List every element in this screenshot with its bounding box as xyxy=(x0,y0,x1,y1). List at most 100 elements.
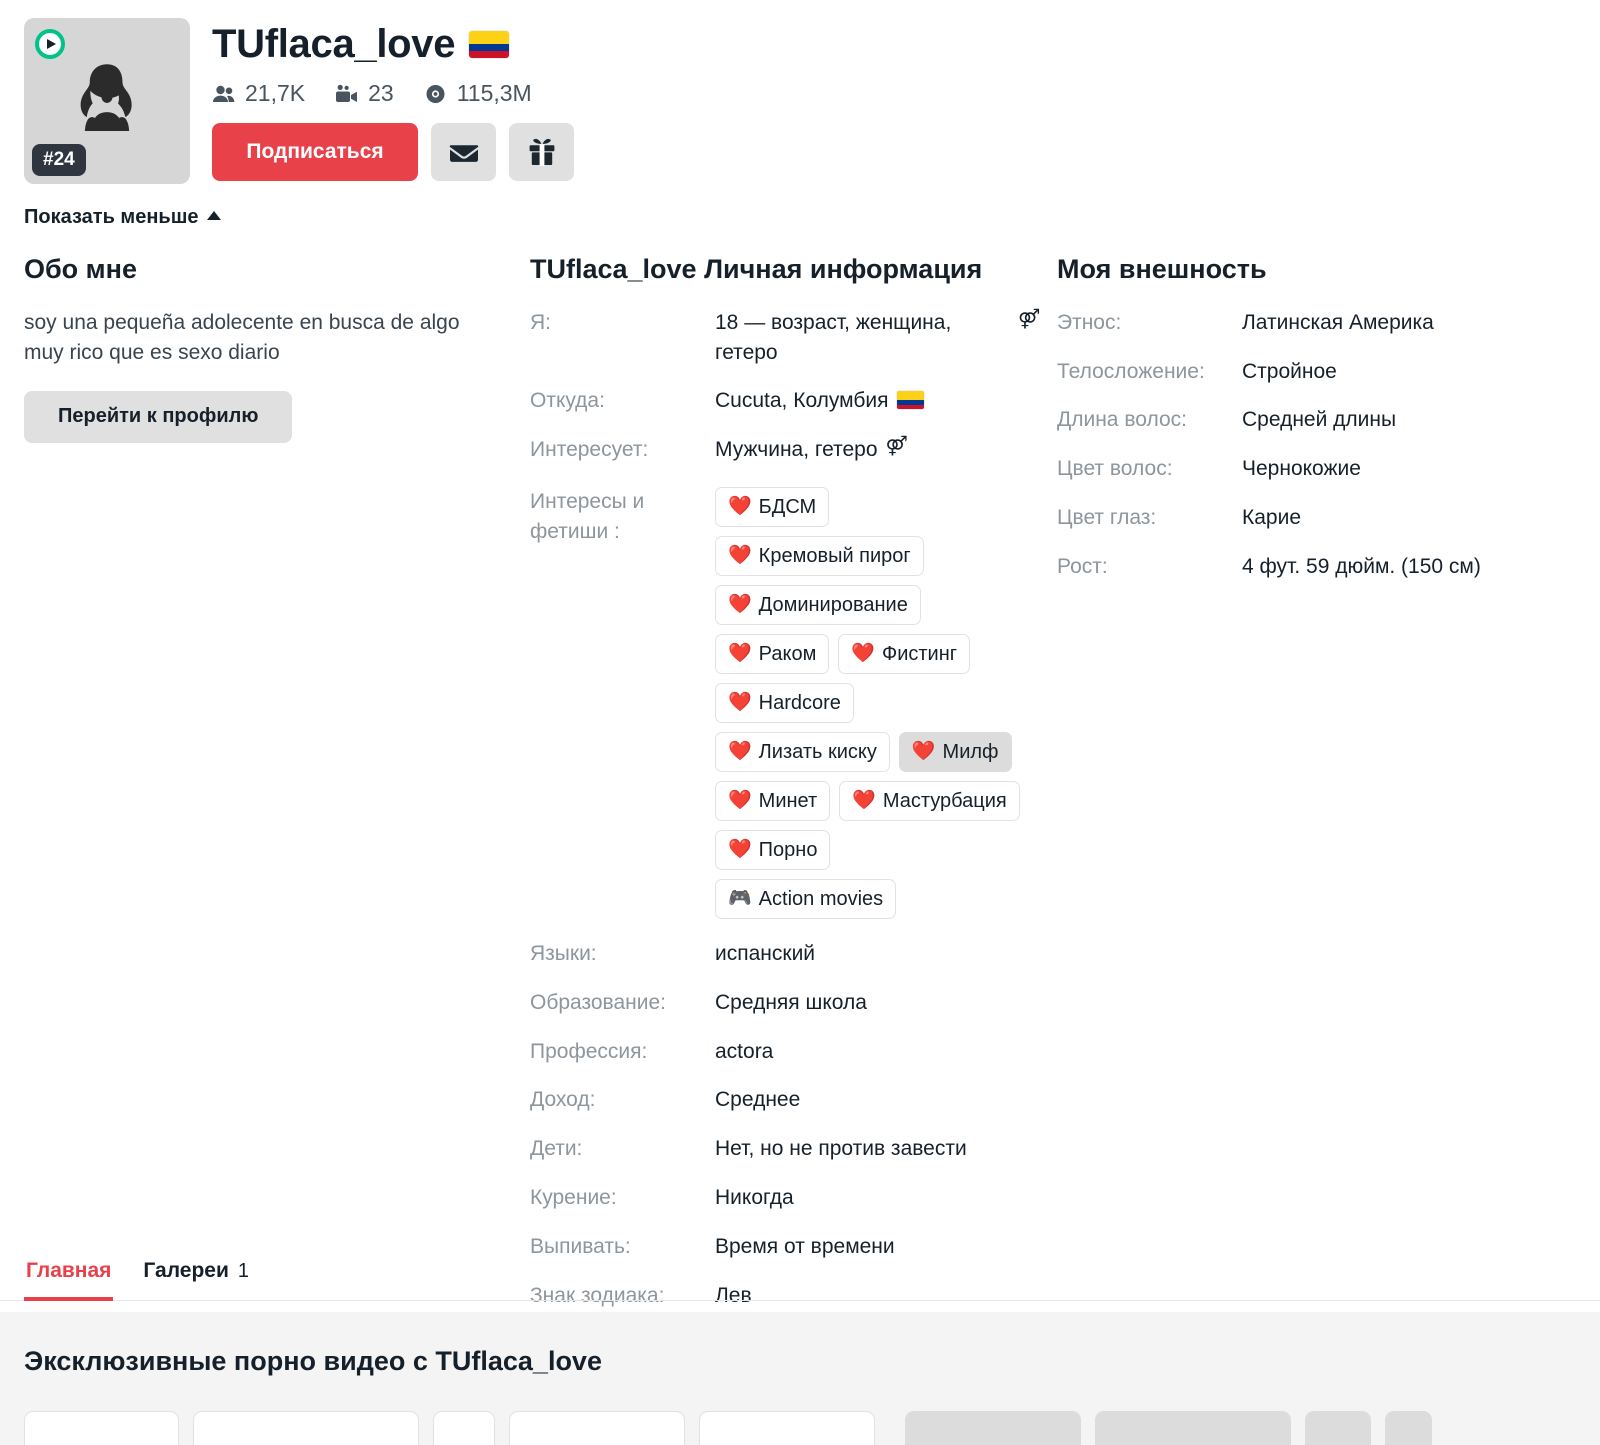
profile-page: #24 TUflaca_love 21,7K 23 115,3M Подписа… xyxy=(0,0,1600,1445)
filter-pill[interactable] xyxy=(509,1411,685,1445)
gift-icon xyxy=(529,138,554,166)
video-filter-strip xyxy=(24,1411,1576,1445)
stat-value: 23 xyxy=(368,80,394,106)
info-value: Cucuta, Колумбия xyxy=(715,389,889,413)
appearance-row: Рост: 4 фут. 59 дюйм. (150 см) xyxy=(1057,552,1576,582)
interest-tag-label: Кремовый пирог xyxy=(758,544,911,567)
interest-tag-label: Action movies xyxy=(758,887,884,910)
info-label: Языки: xyxy=(530,941,597,965)
info-value: Карие xyxy=(1242,505,1302,529)
chevron-up-icon xyxy=(206,211,221,220)
about-section: Обо мне soy una pequeña adolecente en bu… xyxy=(24,254,530,443)
gender-hetero-icon: ⚤ xyxy=(1018,308,1041,330)
info-label: Интересует: xyxy=(530,438,649,462)
filter-pill[interactable] xyxy=(24,1411,179,1445)
appearance-table: Этнос: Латинская Америка Телосложение: Стро… xyxy=(1057,308,1576,582)
info-row: Образование: Средняя школа xyxy=(530,988,1046,1018)
stat-value: 115,3M xyxy=(456,80,532,106)
rank-badge: #24 xyxy=(32,144,86,176)
action-buttons: Подписаться xyxy=(212,123,574,181)
colombia-flag-icon xyxy=(469,30,510,58)
interest-tag[interactable]: ❤️ Раком xyxy=(715,633,830,674)
appearance-row: Цвет глаз: Карие xyxy=(1057,503,1576,533)
header-main: TUflaca_love 21,7K 23 115,3M Подписаться xyxy=(212,18,574,181)
info-label: Я: xyxy=(530,310,551,334)
appearance-row: Длина волос: Средней длины xyxy=(1057,405,1576,435)
info-value: Среднее xyxy=(715,1088,801,1112)
info-value-wrap: Мужчина, гетеро ⚤ xyxy=(715,435,908,465)
info-label: Длина волос: xyxy=(1057,408,1187,432)
info-row-me: Я: 18 — возраст, женщина, гетеро ⚤ xyxy=(530,308,1046,368)
gift-button[interactable] xyxy=(509,123,574,181)
stat-views: 115,3M xyxy=(424,80,532,107)
interest-tag[interactable]: ❤️ Лизать киску xyxy=(715,731,890,772)
info-value: Мужчина, гетеро xyxy=(715,438,878,462)
tab-label: Галереи xyxy=(143,1259,229,1282)
info-value: Нет, но не против завести xyxy=(715,1137,967,1161)
interest-tag[interactable]: ❤️ Мастурбация xyxy=(839,780,1020,821)
tab-main[interactable]: Главная xyxy=(24,1259,114,1301)
interests-tag-list: ❤️ БДСМ ❤️ Кремовый пирог ❤️ Доминирование ❤️ Р… xyxy=(715,486,1020,919)
interest-tag[interactable]: ❤️ Hardcore xyxy=(715,682,854,723)
interest-tag-label: Раком xyxy=(758,642,817,665)
videos-camera-icon xyxy=(336,84,358,102)
info-label: Доход: xyxy=(530,1088,596,1112)
filter-pill-selected[interactable] xyxy=(1095,1411,1291,1445)
content-tabs: Главная Галереи 1 xyxy=(0,1258,1600,1301)
subscribe-button[interactable]: Подписаться xyxy=(212,123,418,181)
filter-pill-selected[interactable] xyxy=(1305,1411,1371,1445)
filter-pill[interactable] xyxy=(433,1411,495,1445)
interest-tag[interactable]: ❤️ Кремовый пирог xyxy=(715,535,924,576)
about-text: soy una pequeña adolecente en busca de a… xyxy=(24,310,460,365)
woman-silhouette-avatar xyxy=(80,64,132,131)
live-play-icon[interactable] xyxy=(35,29,65,59)
info-label: Дети: xyxy=(530,1137,583,1161)
filter-pill-selected[interactable] xyxy=(905,1411,1081,1445)
info-value: 18 — возраст, женщина, гетеро xyxy=(715,310,952,364)
heart-icon: ❤️ xyxy=(728,496,752,518)
info-label: Курение: xyxy=(530,1186,617,1209)
info-label: Телосложение: xyxy=(1057,359,1205,383)
tab-label: Главная xyxy=(26,1259,112,1282)
message-button[interactable] xyxy=(431,123,496,181)
filter-pill-selected[interactable] xyxy=(1385,1411,1432,1445)
appearance-row: Этнос: Латинская Америка xyxy=(1057,308,1576,338)
info-value: 4 фут. 59 дюйм. (150 см) xyxy=(1242,554,1481,578)
info-label: Цвет глаз: xyxy=(1057,505,1157,529)
interest-tag[interactable]: ❤️ БДСМ xyxy=(715,486,830,527)
filter-pill[interactable] xyxy=(699,1411,875,1445)
heart-icon: ❤️ xyxy=(852,790,876,812)
info-label: Цвет волос: xyxy=(1057,457,1173,481)
interest-tag[interactable]: 🎮 Action movies xyxy=(715,878,897,919)
interest-tag-label: БДСМ xyxy=(758,495,817,518)
heart-icon: ❤️ xyxy=(728,594,752,616)
gamepad-icon: 🎮 xyxy=(728,888,752,910)
info-value: Средняя школа xyxy=(715,990,867,1014)
tab-galleries[interactable]: Галереи 1 xyxy=(141,1259,251,1301)
avatar[interactable]: #24 xyxy=(24,18,190,184)
heart-icon: ❤️ xyxy=(728,839,752,861)
info-value-wrap: 18 — возраст, женщина, гетеро ⚤ xyxy=(715,308,1040,368)
heart-icon: ❤️ xyxy=(911,741,936,763)
show-less-toggle[interactable]: Показать меньше xyxy=(24,206,221,229)
views-eye-icon xyxy=(426,84,445,103)
stat-value: 21,7K xyxy=(245,80,306,106)
followers-icon xyxy=(213,85,235,102)
filter-pill-with-icon[interactable] xyxy=(193,1411,419,1445)
interest-tag[interactable]: ❤️ Фистинг xyxy=(838,633,971,674)
info-value: Средней длины xyxy=(1242,408,1397,432)
interest-tag-label: Доминирование xyxy=(758,593,908,616)
heart-icon: ❤️ xyxy=(728,692,752,714)
exclusive-videos-section: Эксклюзивные порно видео с TUflaca_love xyxy=(0,1312,1600,1445)
interest-tag-label: Фистинг xyxy=(882,642,958,665)
info-value: Чернокожие xyxy=(1242,457,1361,481)
interest-tag[interactable]: ❤️ Минет xyxy=(715,780,831,821)
interest-tag[interactable]: ❤️ Порно xyxy=(715,829,831,870)
personal-info-rows-after: Языки: испанский Образование: Средняя школа… xyxy=(530,939,1046,1311)
interest-tag[interactable]: ❤️ Милф xyxy=(898,731,1012,772)
interest-tag-label: Милф xyxy=(942,740,999,763)
go-to-profile-button[interactable]: Перейти к профилю xyxy=(24,390,293,443)
info-row: Доход: Среднее xyxy=(530,1085,1046,1115)
interest-tag[interactable]: ❤️ Доминирование xyxy=(715,584,921,625)
colombia-flag-icon xyxy=(896,391,924,410)
